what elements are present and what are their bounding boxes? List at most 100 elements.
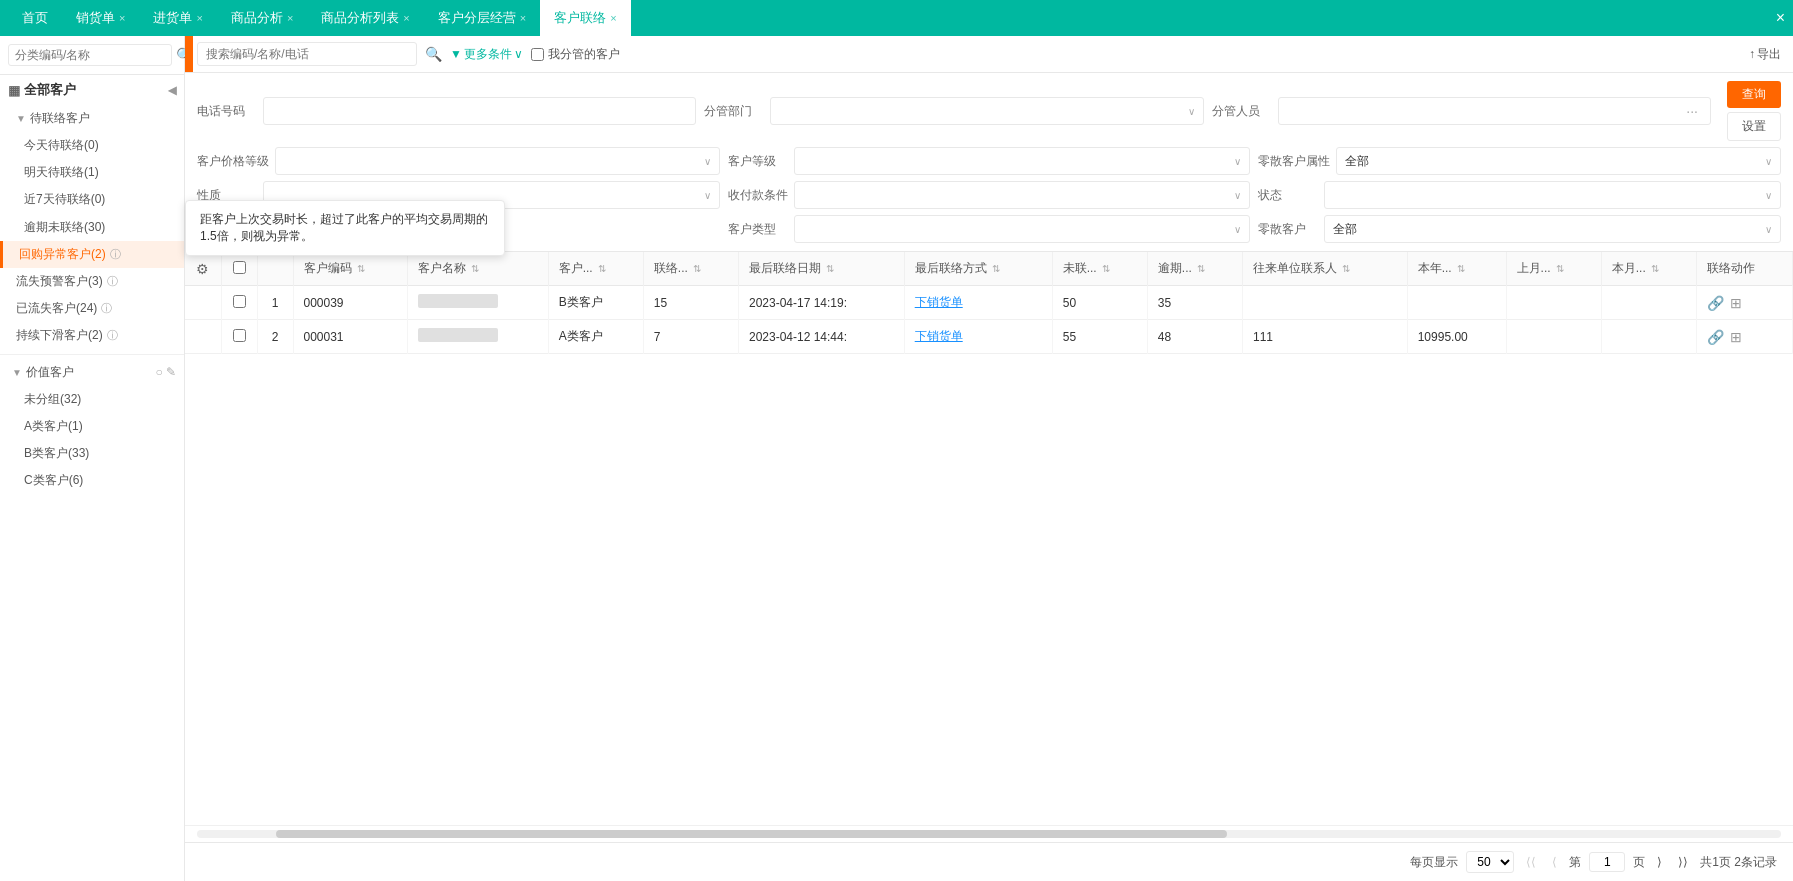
filter-zero-sale-customer-select[interactable]: 全部 ∨ (1324, 215, 1781, 243)
sort-overdue-icon[interactable]: ⇅ (1197, 263, 1205, 274)
td-last-date-1: 2023-04-17 14:19: (738, 286, 904, 320)
prev-page-button[interactable]: ⟨ (1548, 853, 1561, 871)
sort-uncontacted-icon[interactable]: ⇅ (1102, 263, 1110, 274)
sidebar-item-ungrouped[interactable]: 未分组(32) (0, 386, 184, 413)
more-action-icon-1[interactable]: ⊞ (1730, 295, 1742, 311)
nav-purchase[interactable]: 进货单 × (139, 0, 216, 36)
next-page-button[interactable]: ⟩ (1653, 853, 1666, 871)
td-name-1 (408, 286, 549, 320)
td-last-method-1[interactable]: 下销货单 (904, 286, 1052, 320)
sidebar-item-tomorrow[interactable]: 明天待联络(1) (0, 159, 184, 186)
nav-analysis[interactable]: 商品分析 × (217, 0, 307, 36)
nav-analysis-list[interactable]: 商品分析列表 × (307, 0, 423, 36)
first-page-button[interactable]: ⟨⟨ (1522, 853, 1540, 871)
row-checkbox-2[interactable] (233, 329, 246, 342)
sidebar-item-7days[interactable]: 近7天待联络(0) (0, 186, 184, 213)
sort-code-icon[interactable]: ⇅ (357, 263, 365, 274)
sort-last-method-icon[interactable]: ⇅ (992, 263, 1000, 274)
td-current-month-2 (1601, 320, 1696, 354)
branch-person-more[interactable]: ··· (1682, 103, 1702, 119)
td-current-year-1 (1407, 286, 1506, 320)
sidebar-collapse-icon[interactable]: ◀ (168, 84, 176, 97)
td-associated-2: 111 (1242, 320, 1407, 354)
page-number-input[interactable] (1589, 852, 1625, 872)
all-customers-header[interactable]: ▦ 全部客户 ◀ (0, 75, 184, 105)
nav-analysis-close[interactable]: × (287, 12, 293, 24)
sort-name-icon[interactable]: ⇅ (471, 263, 479, 274)
sidebar-item-class-c[interactable]: C类客户(6) (0, 467, 184, 494)
export-button[interactable]: ↑ 导出 (1749, 46, 1781, 63)
filter-zero-sale-property-select[interactable]: 全部 ∨ (1336, 147, 1781, 175)
th-last-method: 最后联络方式 ⇅ (904, 252, 1052, 286)
sidebar-item-today[interactable]: 今天待联络(0) (0, 132, 184, 159)
sort-current-year-icon[interactable]: ⇅ (1457, 263, 1465, 274)
nav-home[interactable]: 首页 (8, 0, 62, 36)
filter-customer-level-select[interactable]: ∨ (794, 147, 1251, 175)
main-search-button[interactable]: 🔍 (425, 46, 442, 62)
last-page-button[interactable]: ⟩⟩ (1674, 853, 1692, 871)
orange-tab-indicator (185, 36, 193, 72)
sidebar-item-lost[interactable]: 已流失客户(24) ⓘ (0, 295, 184, 322)
filter-branch-person-field: 分管人员 ··· (1212, 97, 1711, 125)
sidebar-item-class-b[interactable]: B类客户(33) (0, 440, 184, 467)
sidebar-item-lost-risk[interactable]: 流失预警客户(3) ⓘ (0, 268, 184, 295)
scrollbar-thumb[interactable] (276, 830, 1226, 838)
nav-customer-contact[interactable]: 客户联络 × (540, 0, 630, 36)
per-page-select[interactable]: 50 (1466, 851, 1514, 873)
nav-sales[interactable]: 销货单 × (62, 0, 139, 36)
sort-contact-icon[interactable]: ⇅ (693, 263, 701, 274)
nav-purchase-close[interactable]: × (196, 12, 202, 24)
row-checkbox-1[interactable] (233, 295, 246, 308)
sidebar-search-input[interactable] (8, 44, 172, 66)
sidebar-item-declining[interactable]: 持续下滑客户(2) ⓘ (0, 322, 184, 349)
sidebar-item-class-a[interactable]: A类客户(1) (0, 413, 184, 440)
my-customers-check[interactable] (531, 48, 544, 61)
td-current-month-1 (1601, 286, 1696, 320)
my-customers-checkbox[interactable]: 我分管的客户 (531, 46, 620, 63)
sort-last-date-icon[interactable]: ⇅ (826, 263, 834, 274)
td-last-month-2 (1506, 320, 1601, 354)
value-customer-edit-icons[interactable]: ○ ✎ (155, 365, 176, 379)
filter-status-select[interactable]: ∨ (1324, 181, 1781, 209)
filter-branch-person-select[interactable]: ··· (1278, 97, 1711, 125)
td-overdue-2: 48 (1147, 320, 1242, 354)
filter-zero-sale-customer-field: 零散客户 全部 ∨ (1258, 215, 1781, 243)
select-all-checkbox[interactable] (233, 261, 246, 274)
sidebar-item-repurchase-abnormal[interactable]: 回购异常客户(2) ⓘ (0, 241, 184, 268)
filter-price-level-select[interactable]: ∨ (275, 147, 720, 175)
sort-associated-icon[interactable]: ⇅ (1342, 263, 1350, 274)
nav-analysis-list-close[interactable]: × (403, 12, 409, 24)
sort-type-icon[interactable]: ⇅ (598, 263, 606, 274)
filter-branch-dept-select[interactable]: ∨ (770, 97, 1203, 125)
sort-current-month-icon[interactable]: ⇅ (1651, 263, 1659, 274)
filter-phone-input[interactable] (263, 97, 696, 125)
settings-button[interactable]: 设置 (1727, 112, 1781, 141)
more-action-icon-2[interactable]: ⊞ (1730, 329, 1742, 345)
td-last-method-2[interactable]: 下销货单 (904, 320, 1052, 354)
contact-icon-1[interactable]: 🔗 (1707, 295, 1724, 311)
filter-payment-select[interactable]: ∨ (794, 181, 1251, 209)
query-button[interactable]: 查询 (1727, 81, 1781, 108)
sidebar-section-value[interactable]: ▼ 价值客户 ○ ✎ (0, 359, 184, 386)
table-settings-icon[interactable]: ⚙ (196, 261, 209, 277)
sidebar-section-pending[interactable]: ▼ 待联络客户 (0, 105, 184, 132)
nav-customer-tier[interactable]: 客户分层经营 × (424, 0, 540, 36)
nav-customer-contact-close[interactable]: × (610, 12, 616, 24)
zero-sale-property-arrow: ∨ (1765, 156, 1772, 167)
sidebar-item-overdue[interactable]: 逾期未联络(30) (0, 214, 184, 241)
filter-branch-dept-field: 分管部门 ∨ (704, 97, 1203, 125)
th-contact: 联络... ⇅ (643, 252, 738, 286)
filter-customer-type-select[interactable]: ∨ (794, 215, 1251, 243)
close-all-button[interactable]: × (1776, 9, 1785, 27)
branch-dept-arrow: ∨ (1188, 106, 1195, 117)
nav-sales-close[interactable]: × (119, 12, 125, 24)
main-search-input[interactable] (197, 42, 417, 66)
contact-icon-2[interactable]: 🔗 (1707, 329, 1724, 345)
sort-last-month-icon[interactable]: ⇅ (1556, 263, 1564, 274)
td-checkbox-1 (221, 286, 257, 320)
more-conditions-button[interactable]: ▼ 更多条件 ∨ (450, 46, 523, 63)
filter-row-1: 电话号码 分管部门 ∨ 分管人员 ··· (197, 81, 1781, 141)
horizontal-scrollbar[interactable] (185, 825, 1793, 842)
info-icon-lost-risk: ⓘ (107, 273, 118, 291)
nav-customer-tier-close[interactable]: × (520, 12, 526, 24)
